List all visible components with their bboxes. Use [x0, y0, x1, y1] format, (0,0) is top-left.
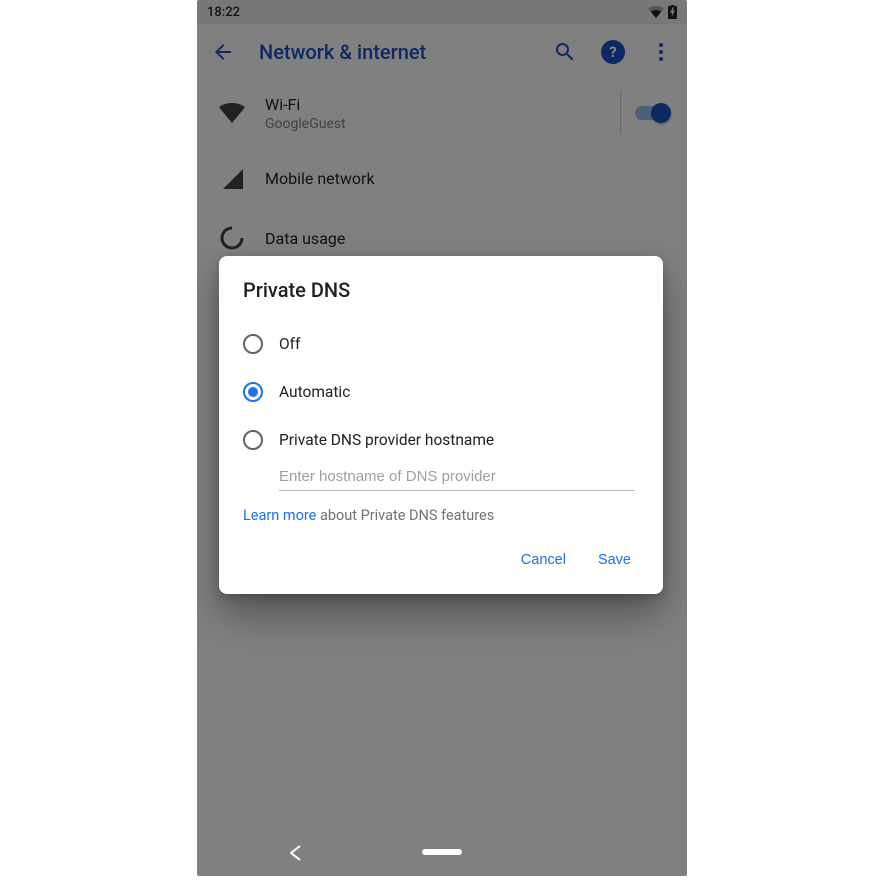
radio-unchecked-icon: [243, 334, 263, 354]
phone-frame: 18:22 Network & internet ?: [197, 0, 687, 876]
radio-unchecked-icon: [243, 430, 263, 450]
radio-automatic-label: Automatic: [279, 383, 350, 401]
radio-provider-label: Private DNS provider hostname: [279, 431, 494, 449]
dns-hostname-input[interactable]: [279, 462, 635, 491]
radio-option-automatic[interactable]: Automatic: [243, 368, 639, 416]
navigation-bar: [197, 828, 687, 876]
learn-more-line: Learn more about Private DNS features: [243, 507, 639, 524]
radio-checked-icon: [243, 382, 263, 402]
private-dns-dialog: Private DNS Off Automatic Private DNS pr…: [219, 256, 663, 594]
nav-home-pill[interactable]: [422, 849, 462, 855]
learn-more-link[interactable]: Learn more: [243, 507, 316, 524]
nav-back-button[interactable]: [287, 844, 305, 862]
radio-option-off[interactable]: Off: [243, 320, 639, 368]
radio-off-label: Off: [279, 335, 300, 353]
learn-more-text: about Private DNS features: [316, 507, 494, 524]
dialog-actions: Cancel Save: [243, 538, 639, 582]
cancel-button[interactable]: Cancel: [517, 544, 570, 576]
radio-option-provider[interactable]: Private DNS provider hostname: [243, 416, 639, 464]
dialog-title: Private DNS: [243, 278, 639, 302]
save-button[interactable]: Save: [594, 544, 635, 576]
